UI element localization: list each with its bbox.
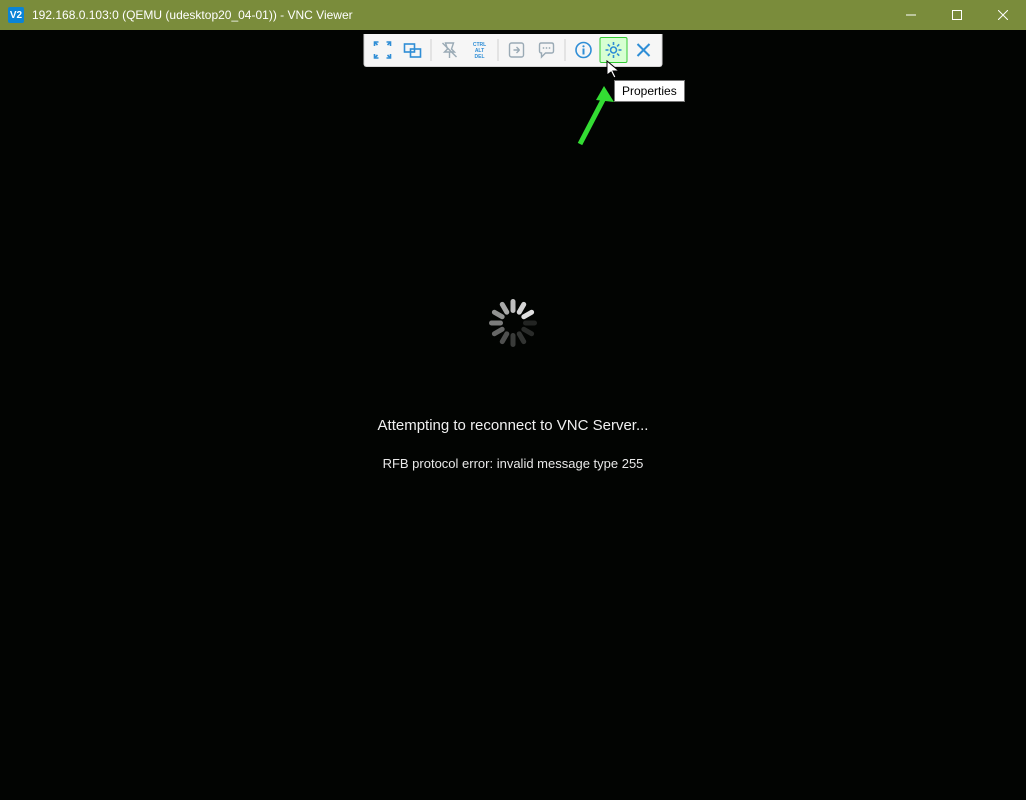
minimize-button[interactable] bbox=[888, 0, 934, 30]
window-title: 192.168.0.103:0 (QEMU (udesktop20_04-01)… bbox=[32, 8, 353, 22]
close-session-icon bbox=[634, 40, 654, 60]
pin-icon bbox=[440, 40, 460, 60]
toolbar-separator bbox=[498, 39, 499, 61]
ctrl-alt-del-icon: CTRL ALT DEL bbox=[468, 40, 492, 60]
status-main-text: Attempting to reconnect to VNC Server... bbox=[378, 417, 649, 434]
properties-tooltip: Properties bbox=[614, 80, 685, 102]
properties-button[interactable] bbox=[600, 37, 628, 63]
remote-viewport: CTRL ALT DEL bbox=[0, 30, 1026, 800]
info-button[interactable] bbox=[570, 37, 598, 63]
loading-spinner bbox=[489, 323, 537, 371]
status-error-text: RFB protocol error: invalid message type… bbox=[383, 456, 644, 471]
fullscreen-button[interactable] bbox=[369, 37, 397, 63]
scale-button[interactable] bbox=[399, 37, 427, 63]
properties-icon bbox=[604, 40, 624, 60]
chat-button[interactable] bbox=[533, 37, 561, 63]
titlebar: V2 192.168.0.103:0 (QEMU (udesktop20_04-… bbox=[0, 0, 1026, 30]
pin-button[interactable] bbox=[436, 37, 464, 63]
close-session-button[interactable] bbox=[630, 37, 658, 63]
toolbar-separator bbox=[565, 39, 566, 61]
chat-icon bbox=[537, 40, 557, 60]
app-icon: V2 bbox=[8, 7, 24, 23]
vnc-toolbar: CTRL ALT DEL bbox=[364, 34, 663, 67]
transfer-icon bbox=[507, 40, 527, 60]
vnc-viewer-window: V2 192.168.0.103:0 (QEMU (udesktop20_04-… bbox=[0, 0, 1026, 800]
maximize-button[interactable] bbox=[934, 0, 980, 30]
fullscreen-icon bbox=[373, 40, 393, 60]
window-close-button[interactable] bbox=[980, 0, 1026, 30]
scale-icon bbox=[403, 40, 423, 60]
annotation-arrow bbox=[570, 84, 620, 154]
toolbar-separator bbox=[431, 39, 432, 61]
ctrl-alt-del-button[interactable]: CTRL ALT DEL bbox=[466, 37, 494, 63]
status-block: Attempting to reconnect to VNC Server...… bbox=[378, 323, 649, 471]
svg-text:DEL: DEL bbox=[475, 54, 485, 60]
info-icon bbox=[574, 40, 594, 60]
transfer-button[interactable] bbox=[503, 37, 531, 63]
